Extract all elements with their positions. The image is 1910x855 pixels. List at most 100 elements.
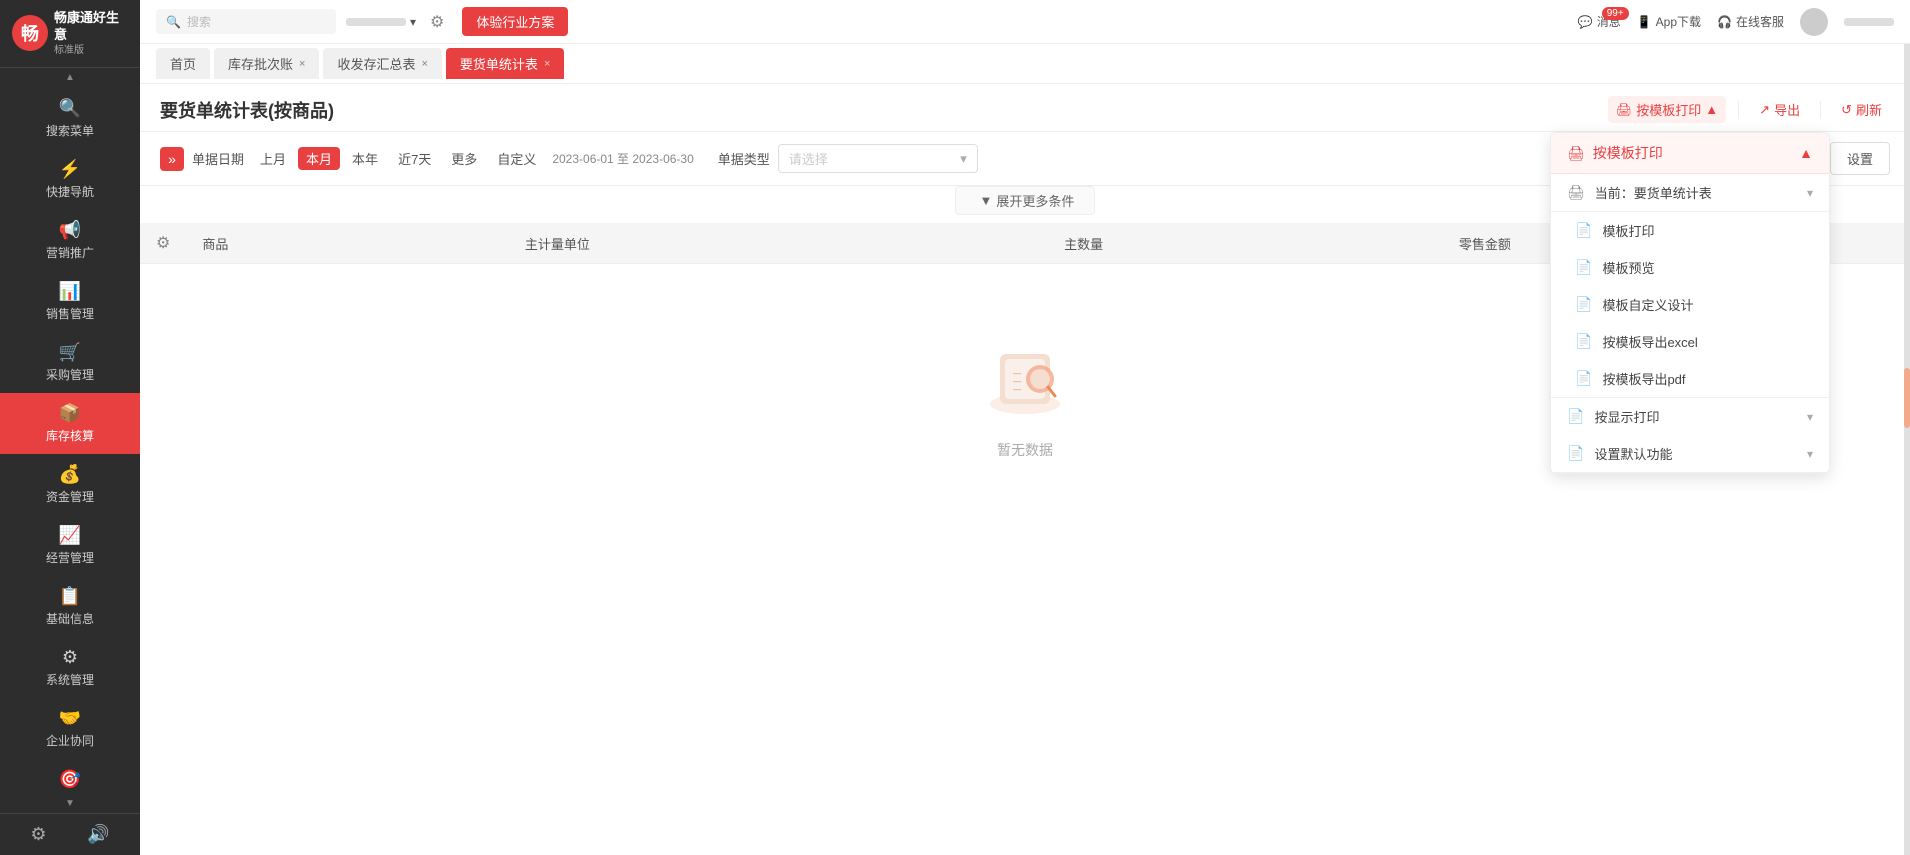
nav-label-3: 销售管理 (46, 305, 94, 322)
date-option-3[interactable]: 近7天 (390, 147, 439, 170)
topbar-dropdown[interactable]: ▾ (346, 15, 416, 29)
expand-icon: ▼ (980, 193, 993, 208)
expand-more-btn[interactable]: ▼ 展开更多条件 (955, 186, 1096, 215)
template-dropdown-popup: 🖨 按模板打印 ▲ 🖨 当前：要货单统计表 ▾ (1550, 132, 1830, 474)
template-dropdown-header[interactable]: 🖨 按模板打印 ▲ (1551, 133, 1829, 174)
date-option-5[interactable]: 自定义 (489, 147, 544, 170)
page-inner: 要货单统计表(按商品) 🖨 按模板打印 ▲ ↗ 导出 ↺ (140, 84, 1910, 855)
template-arrow-item-0[interactable]: 📄按显示打印▾ (1551, 398, 1829, 435)
app-download-btn[interactable]: 📱 App下载 (1637, 13, 1701, 30)
arrow-item-label-1: 设置默认功能 (1594, 444, 1672, 463)
print-template-btn[interactable]: 🖨 按模板打印 ▲ (1608, 96, 1726, 123)
date-options-group: 上月本月本年近7天更多自定义 (252, 147, 544, 170)
user-avatar[interactable] (1800, 8, 1828, 36)
nav-icon-5: 📦 (59, 403, 81, 424)
chevron-down-icon: ▾ (410, 15, 416, 29)
table-settings-icon[interactable]: ⚙ (156, 235, 170, 252)
export-btn[interactable]: ↗ 导出 (1751, 96, 1808, 123)
scrollbar-thumb (1904, 368, 1910, 428)
topbar: 🔍 搜索 ▾ ⚙ 体验行业方案 💬 消息 99+ 📱 App下载 🎧 在线客服 (140, 0, 1910, 44)
item-label-1: 模板预览 (1602, 258, 1654, 277)
date-option-2[interactable]: 本年 (344, 147, 386, 170)
template-bottom-section: 📄按显示打印▾📄设置默认功能▾ (1551, 398, 1829, 473)
refresh-btn[interactable]: ↺ 刷新 (1833, 96, 1890, 123)
printer-icon: 🖨 (1616, 102, 1633, 118)
date-option-4[interactable]: 更多 (443, 147, 485, 170)
logo-text: 畅康通好生意 标准版 (54, 10, 128, 57)
template-item-3[interactable]: 📄按模板导出excel (1551, 323, 1829, 360)
audio-bottom-icon[interactable]: 🔊 (87, 824, 109, 845)
nav-icon-1: ⚡ (59, 159, 81, 180)
date-option-0[interactable]: 上月 (252, 147, 294, 170)
arrow-item-label-0: 按显示打印 (1594, 407, 1659, 426)
trial-button[interactable]: 体验行业方案 (462, 7, 568, 36)
topbar-settings-icon[interactable]: ⚙ (430, 12, 444, 32)
sidebar-item-基础信息[interactable]: 📋基础信息 (0, 576, 140, 637)
template-arrow-item-1[interactable]: 📄设置默认功能▾ (1551, 435, 1829, 472)
messages-btn[interactable]: 💬 消息 99+ (1578, 13, 1621, 30)
svg-text:—: — (1013, 385, 1021, 394)
nav-icon-3: 📊 (59, 281, 81, 302)
page-header: 要货单统计表(按商品) 🖨 按模板打印 ▲ ↗ 导出 ↺ (140, 84, 1910, 132)
nav-icon-11: 🎯 (59, 769, 81, 790)
tab-label-0: 首页 (170, 54, 196, 73)
user-name-area (1844, 18, 1894, 26)
file-icon: 🖨 (1567, 184, 1585, 201)
sidebar-item-销售管理[interactable]: 📊 销售管理 (0, 271, 140, 332)
item-label-0: 模板打印 (1602, 221, 1654, 240)
dropdown-arrow-icon: ▲ (1799, 145, 1813, 161)
sidebar-item-资金管理[interactable]: 💰资金管理 (0, 454, 140, 515)
tab-2[interactable]: 收发存汇总表× (323, 48, 441, 79)
sidebar-item-搜索菜单[interactable]: 🔍 搜索菜单 (0, 88, 140, 149)
tabs-bar: 首页库存批次账×收发存汇总表×要货单统计表× (140, 44, 1910, 84)
tab-label-3: 要货单统计表 (460, 54, 538, 73)
settings-bottom-icon[interactable]: ⚙ (30, 824, 46, 845)
template-item-0[interactable]: 📄模板打印 (1551, 212, 1829, 249)
online-service-btn[interactable]: 🎧 在线客服 (1717, 13, 1784, 30)
sidebar-scroll-up[interactable]: ▲ (0, 68, 140, 88)
nav-icon-8: 📋 (59, 586, 81, 607)
tab-1[interactable]: 库存批次账 × (214, 48, 319, 79)
item-icon-2: 📄 (1575, 296, 1592, 313)
tab-label-1: 库存批次账 (228, 54, 293, 73)
sidebar-item-库存核算[interactable]: 📦库存核算 (0, 393, 140, 454)
sidebar-item-企业协同[interactable]: 🤝企业协同 (0, 698, 140, 759)
sidebar-item-经营管理[interactable]: 📈经营管理 (0, 515, 140, 576)
search-icon: 🔍 (166, 15, 181, 29)
tab-close-2[interactable]: × (421, 58, 427, 70)
nav-label-10: 企业协同 (46, 732, 94, 749)
template-item-2[interactable]: 📄模板自定义设计 (1551, 286, 1829, 323)
refresh-icon: ↺ (1841, 102, 1852, 118)
app-icon: 📱 (1637, 15, 1652, 29)
printer-header-icon: 🖨 (1567, 145, 1585, 162)
item-icon-3: 📄 (1575, 333, 1592, 350)
tab-close-1[interactable]: × (299, 58, 305, 70)
item-icon-1: 📄 (1575, 259, 1592, 276)
arrow-icon-1: ▾ (1807, 447, 1813, 461)
nav-label-0: 搜索菜单 (46, 122, 94, 139)
sidebar-item-快捷导航[interactable]: ⚡快捷导航 (0, 149, 140, 210)
search-box[interactable]: 🔍 搜索 (156, 9, 336, 34)
tab-3[interactable]: 要货单统计表 × (446, 48, 564, 79)
template-item-1[interactable]: 📄 模板预览 (1551, 249, 1829, 286)
chevron-up-icon: ▲ (1705, 102, 1718, 117)
nav-icon-0: 🔍 (59, 98, 81, 119)
settings-filter-button[interactable]: 设置 (1830, 142, 1890, 175)
tab-0[interactable]: 首页 (156, 48, 210, 79)
type-select[interactable]: 请选择 ▾ (778, 144, 978, 173)
sidebar-item-新手引导[interactable]: 🎯新手引导 (0, 759, 140, 793)
nav-icon-7: 📈 (59, 525, 81, 546)
filter-expand-btn[interactable]: » (160, 147, 184, 171)
nav-icon-4: 🛒 (59, 342, 81, 363)
sidebar-item-采购管理[interactable]: 🛒采购管理 (0, 332, 140, 393)
current-template-item[interactable]: 🖨 当前：要货单统计表 ▾ (1551, 174, 1829, 211)
sidebar-item-系统管理[interactable]: ⚙系统管理 (0, 637, 140, 698)
sidebar-item-营销推广[interactable]: 📢营销推广 (0, 210, 140, 271)
nav-icon-9: ⚙ (62, 647, 78, 668)
sidebar-scroll-down[interactable]: ▼ (0, 793, 140, 813)
template-item-4[interactable]: 📄按模板导出pdf (1551, 360, 1829, 397)
right-scrollbar[interactable] (1904, 44, 1910, 855)
col-header-product: 商品 (186, 223, 509, 264)
tab-close-3[interactable]: × (544, 58, 550, 70)
date-option-1[interactable]: 本月 (298, 147, 340, 170)
